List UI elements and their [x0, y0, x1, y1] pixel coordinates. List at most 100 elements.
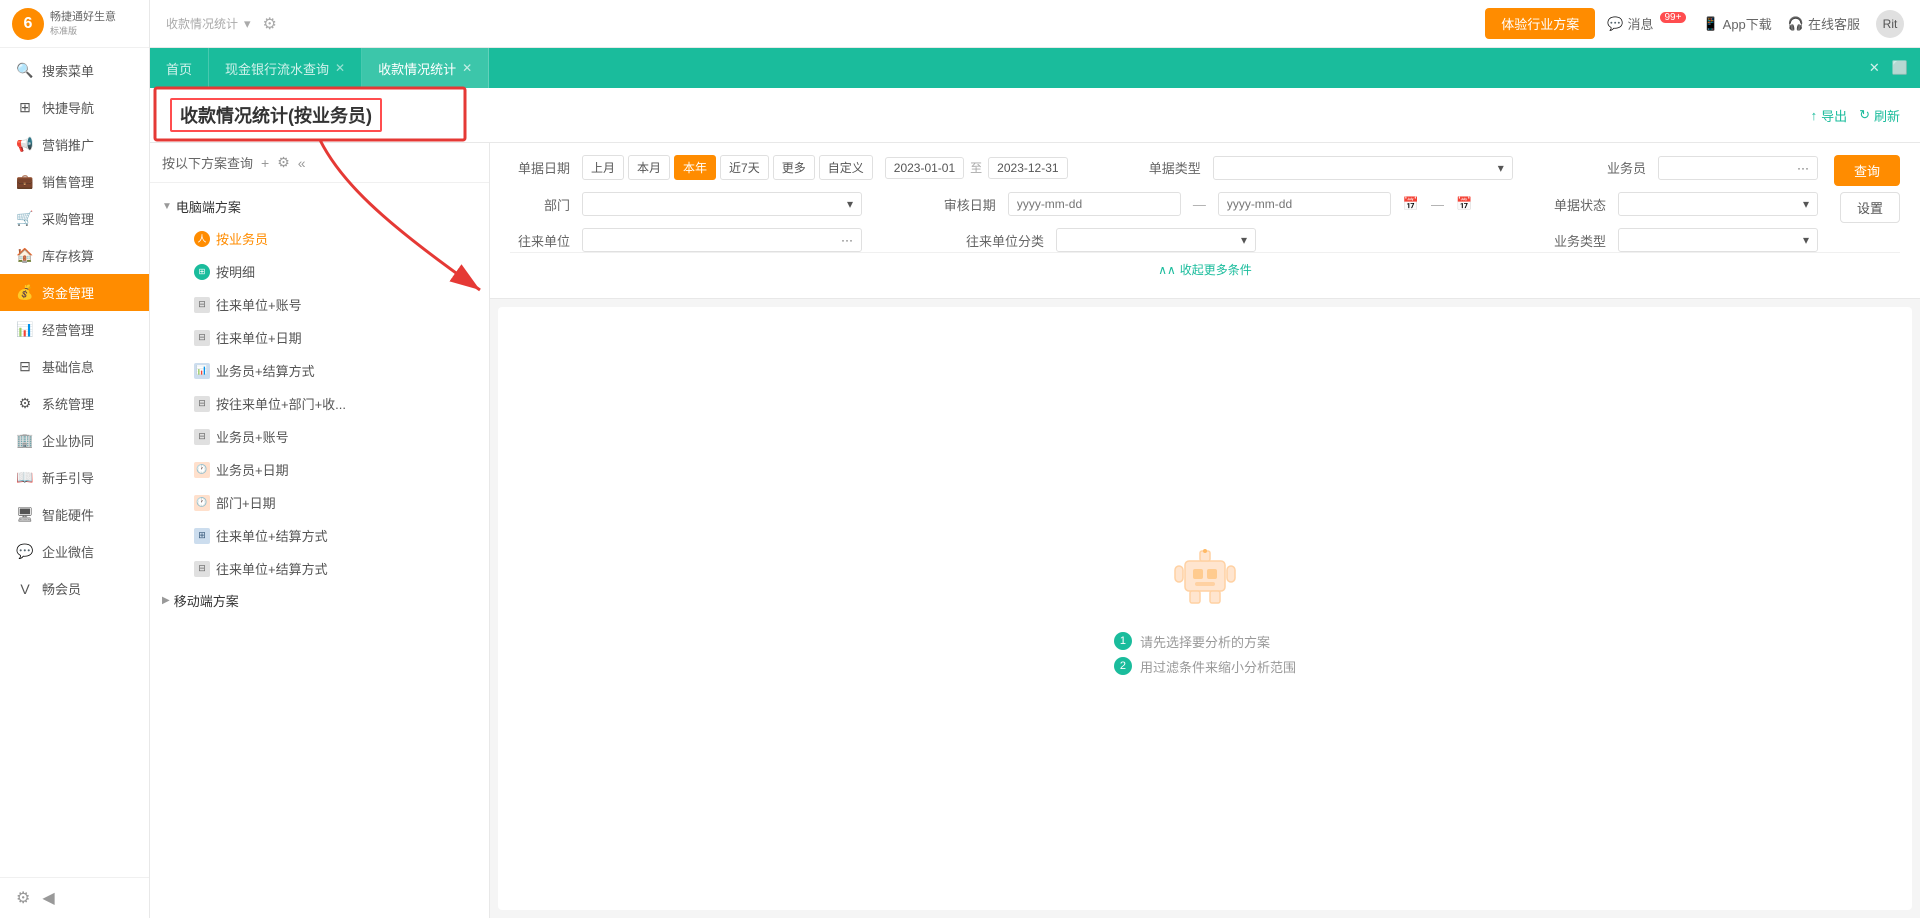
- mobile-scheme-group[interactable]: ▶ 移动端方案: [150, 585, 489, 616]
- filter-main-rows: 单据日期 上月 本月 本年 近7天 更多 自定义 2023-01-01: [510, 155, 1818, 252]
- sidebar-item-inventory[interactable]: 🏠 库存核算: [0, 237, 149, 274]
- tab-collection-close[interactable]: ✕: [462, 61, 472, 75]
- scheme-salesperson-date[interactable]: 🕐 业务员+日期: [166, 453, 489, 486]
- demo-btn[interactable]: 体验行业方案: [1485, 8, 1595, 39]
- scheme-settings-icon[interactable]: ⚙: [277, 154, 290, 171]
- add-scheme-icon[interactable]: +: [261, 155, 269, 171]
- desktop-scheme-group[interactable]: ▼ 电脑端方案: [150, 191, 489, 222]
- date-btn-last-month[interactable]: 上月: [582, 155, 624, 180]
- date-range-dash: 至: [970, 159, 982, 176]
- sidebar-item-sales[interactable]: 💼 销售管理: [0, 163, 149, 200]
- tab-bank-label: 现金银行流水查询: [225, 59, 329, 78]
- maximize-icon[interactable]: ⬜: [1892, 60, 1908, 76]
- left-panel-header: 按以下方案查询 + ⚙ «: [150, 143, 489, 183]
- export-button[interactable]: ↑ 导出: [1811, 106, 1848, 125]
- sidebar-item-search[interactable]: 🔍 搜索菜单: [0, 52, 149, 89]
- scheme-dept-date-label: 部门+日期: [216, 493, 276, 512]
- filter-settings-button[interactable]: 设置: [1840, 192, 1900, 223]
- online-service-action[interactable]: 🎧 在线客服: [1788, 14, 1860, 33]
- sidebar-item-wechat[interactable]: 💬 企业微信: [0, 533, 149, 570]
- date-btn-custom[interactable]: 自定义: [819, 155, 873, 180]
- salesperson-more-btn[interactable]: ···: [1797, 161, 1809, 175]
- tab-bank[interactable]: 现金银行流水查询 ✕: [209, 48, 362, 88]
- scheme-salesperson-method[interactable]: 📊 业务员+结算方式: [166, 354, 489, 387]
- scheme-partner-date-label: 往来单位+日期: [216, 328, 302, 347]
- review-date-from[interactable]: [1008, 192, 1181, 216]
- partner-category-label: 往来单位分类: [966, 231, 1044, 250]
- sidebar-item-label: 采购管理: [42, 209, 94, 228]
- scheme-dept-date-icon: 🕐: [194, 495, 210, 511]
- sidebar-item-collab[interactable]: 🏢 企业协同: [0, 422, 149, 459]
- sidebar-item-system[interactable]: ⚙ 系统管理: [0, 385, 149, 422]
- sidebar-nav: 🔍 搜索菜单 ⊞ 快捷导航 📢 营销推广 💼 销售管理 🛒 采购管理 🏠 库存核…: [0, 48, 149, 877]
- settings-bottom-icon[interactable]: ⚙: [16, 888, 30, 908]
- partner-select[interactable]: ···: [582, 228, 862, 252]
- right-panel: 单据日期 上月 本月 本年 近7天 更多 自定义 2023-01-01: [490, 143, 1920, 918]
- partner-more[interactable]: ···: [841, 233, 853, 247]
- date-to-value[interactable]: 2023-12-31: [988, 157, 1067, 179]
- scheme-by-partner-dept[interactable]: ⊟ 按往来单位+部门+收...: [166, 387, 489, 420]
- sidebar-item-guide[interactable]: 📖 新手引导: [0, 459, 149, 496]
- sidebar-item-finance[interactable]: 💰 资金管理: [0, 274, 149, 311]
- sidebar-item-quicknav[interactable]: ⊞ 快捷导航: [0, 89, 149, 126]
- biz-type-chevron: ▾: [1803, 233, 1809, 247]
- collapse-panel-icon[interactable]: «: [298, 155, 306, 171]
- sidebar-item-purchase[interactable]: 🛒 采购管理: [0, 200, 149, 237]
- refresh-button[interactable]: ↻ 刷新: [1859, 106, 1900, 125]
- tab-collection[interactable]: 收款情况统计 ✕: [362, 48, 489, 88]
- scheme-dept-date[interactable]: 🕐 部门+日期: [166, 486, 489, 519]
- scheme-partner-acc-label: 往来单位+账号: [216, 295, 302, 314]
- biz-type-select[interactable]: ▾: [1618, 228, 1818, 252]
- quicknav-icon: ⊞: [16, 99, 34, 116]
- sidebar-item-member[interactable]: V 畅会员: [0, 570, 149, 607]
- breadcrumb-text: 收款情况统计: [166, 15, 238, 32]
- review-date-to[interactable]: [1218, 192, 1391, 216]
- scheme-salesperson-account[interactable]: ⊟ 业务员+账号: [166, 420, 489, 453]
- tab-home[interactable]: 首页: [150, 48, 209, 88]
- sidebar-item-marketing[interactable]: 📢 营销推广: [0, 126, 149, 163]
- sidebar-item-hardware[interactable]: 🖥 智能硬件: [0, 496, 149, 533]
- sidebar-item-label: 基础信息: [42, 357, 94, 376]
- query-button[interactable]: 查询: [1834, 155, 1900, 186]
- message-action[interactable]: 💬 消息 99+: [1607, 14, 1686, 33]
- window-controls: ✕ ⬜: [1857, 48, 1920, 88]
- scheme-sp-method-label: 业务员+结算方式: [216, 361, 315, 380]
- scheme-partner-account[interactable]: ⊟ 往来单位+账号: [166, 288, 489, 321]
- collapse-sidebar-icon[interactable]: ◀: [42, 888, 54, 908]
- partner-category-select[interactable]: ▾: [1056, 228, 1256, 252]
- tab-bank-close[interactable]: ✕: [335, 61, 345, 75]
- scheme-partner-method1[interactable]: ⊞ 往来单位+结算方式: [166, 519, 489, 552]
- collapse-filter-bar[interactable]: ∧∧ 收起更多条件: [510, 252, 1900, 286]
- close-window-icon[interactable]: ✕: [1869, 60, 1880, 76]
- scheme-by-salesperson[interactable]: 人 按业务员: [166, 222, 489, 255]
- tip-num-2: 2: [1114, 657, 1132, 675]
- app-download-action[interactable]: 📱 App下载: [1702, 14, 1771, 33]
- scheme-sp-date-icon: 🕐: [194, 462, 210, 478]
- topbar-gear-icon[interactable]: ⚙: [263, 14, 277, 34]
- desktop-scheme-label: 电脑端方案: [176, 197, 241, 216]
- breadcrumb-chevron[interactable]: ▾: [244, 16, 251, 32]
- type-select[interactable]: ▾: [1213, 156, 1513, 180]
- sidebar-item-basic[interactable]: ⊟ 基础信息: [0, 348, 149, 385]
- date-from-value[interactable]: 2023-01-01: [885, 157, 964, 179]
- data-empty-area: 1 请先选择要分析的方案 2 用过滤条件来缩小分析范围: [498, 307, 1912, 910]
- date-btn-this-month[interactable]: 本月: [628, 155, 670, 180]
- scheme-pm2-label: 往来单位+结算方式: [216, 559, 328, 578]
- scheme-partner-method2[interactable]: ⊟ 往来单位+结算方式: [166, 552, 489, 585]
- dept-select[interactable]: ▾: [582, 192, 862, 216]
- status-select[interactable]: ▾: [1618, 192, 1818, 216]
- sidebar-item-label: 快捷导航: [42, 98, 94, 117]
- salesperson-select[interactable]: ···: [1658, 156, 1818, 180]
- operation-icon: 📊: [16, 321, 34, 338]
- date-btn-this-year[interactable]: 本年: [674, 155, 716, 180]
- scheme-partner-date[interactable]: ⊟ 往来单位+日期: [166, 321, 489, 354]
- date-btn-7days[interactable]: 近7天: [720, 155, 769, 180]
- date-btn-more[interactable]: 更多: [773, 155, 815, 180]
- user-avatar[interactable]: Rit: [1876, 10, 1904, 38]
- marketing-icon: 📢: [16, 136, 34, 153]
- scheme-by-detail[interactable]: ⊞ 按明细: [166, 255, 489, 288]
- dept-chevron: ▾: [847, 197, 853, 211]
- review-date-cal1[interactable]: 📅: [1403, 196, 1419, 212]
- sidebar-item-operation[interactable]: 📊 经营管理: [0, 311, 149, 348]
- review-date-cal2[interactable]: 📅: [1456, 196, 1472, 212]
